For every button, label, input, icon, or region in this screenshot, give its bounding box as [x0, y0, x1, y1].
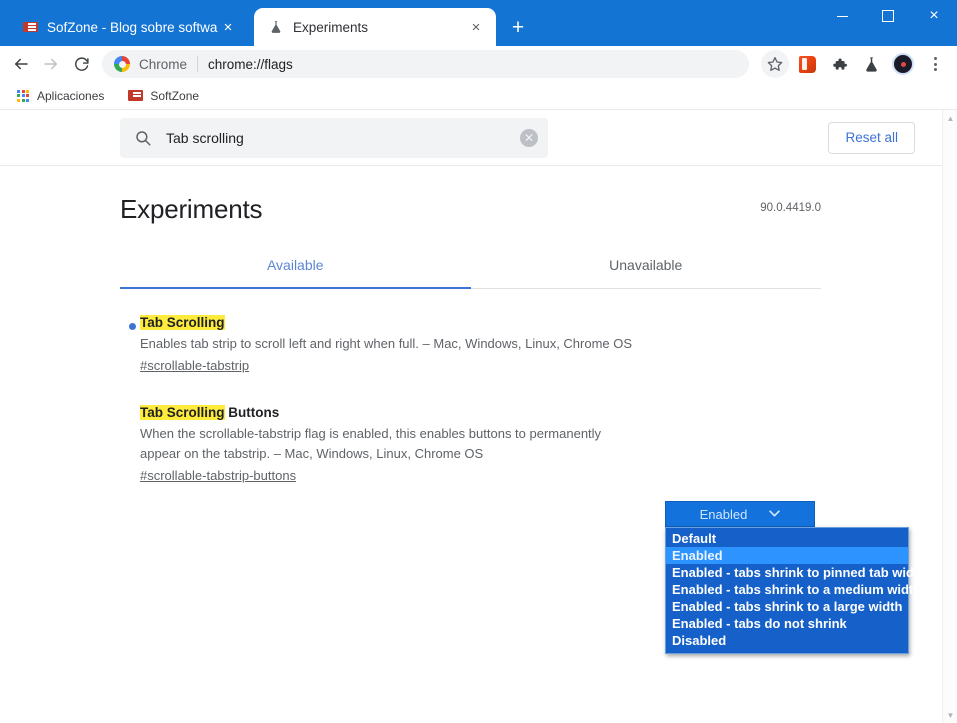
flag-entry-scrollable-tabstrip: Tab Scrolling Enables tab strip to scrol… — [120, 315, 640, 375]
reset-all-button[interactable]: Reset all — [828, 121, 915, 154]
browser-tab-experiments[interactable]: Experiments × — [254, 8, 496, 46]
flag-option-dropdown: Default Enabled Enabled - tabs shrink to… — [665, 527, 926, 654]
address-bar[interactable]: Chrome chrome://flags — [102, 50, 749, 78]
select-value: Enabled — [699, 506, 748, 522]
puzzle-piece-icon[interactable] — [825, 50, 853, 78]
new-tab-button[interactable]: + — [504, 13, 532, 41]
flag-entry-scrollable-tabstrip-buttons: Tab Scrolling Buttons When the scrollabl… — [120, 405, 640, 485]
flag-title: Tab Scrolling Buttons — [140, 405, 640, 420]
bookmark-label: Aplicaciones — [37, 88, 105, 103]
apps-grid-icon — [16, 89, 30, 103]
flag-title: Tab Scrolling — [140, 315, 640, 330]
flag-permalink[interactable]: #scrollable-tabstrip — [140, 358, 249, 373]
softzone-favicon — [128, 90, 144, 101]
kebab-menu-icon[interactable] — [921, 50, 949, 78]
window-close-icon[interactable]: × — [911, 0, 957, 32]
flag-option-select[interactable]: Enabled — [665, 501, 815, 527]
flask-icon — [268, 19, 284, 35]
version-label: 90.0.4419.0 — [760, 202, 821, 214]
star-icon[interactable] — [761, 50, 789, 78]
browser-toolbar: Chrome chrome://flags — [0, 46, 957, 82]
tab-title: Experiments — [293, 19, 369, 35]
flag-list: Tab Scrolling Enables tab strip to scrol… — [120, 289, 821, 485]
dropdown-option-do-not-shrink[interactable]: Enabled - tabs do not shrink — [666, 615, 908, 632]
flag-permalink[interactable]: #scrollable-tabstrip-buttons — [140, 468, 296, 483]
search-input[interactable]: Tab scrolling ✕ — [120, 117, 548, 158]
flag-title-match: Tab Scrolling — [140, 315, 225, 330]
flags-body: Experiments 90.0.4419.0 Available Unavai… — [0, 166, 957, 654]
dropdown-option-pinned-tab-width[interactable]: Enabled - tabs shrink to pinned tab widt… — [666, 564, 926, 581]
tab-strip: SofZone - Blog sobre software, × Experim… — [0, 0, 957, 46]
bookmark-label: SoftZone — [150, 88, 200, 103]
bookmarks-bar: Aplicaciones SoftZone — [0, 82, 957, 110]
page-scrollbar[interactable]: ▲ ▼ — [942, 110, 957, 723]
browser-tab-softzone[interactable]: SofZone - Blog sobre software, × — [8, 8, 248, 46]
reload-icon[interactable] — [66, 49, 96, 79]
omnibox-scheme-label: Chrome — [139, 56, 188, 72]
close-icon[interactable]: × — [466, 17, 486, 37]
omnibox-url: chrome://flags — [208, 56, 293, 72]
minimize-icon[interactable] — [819, 0, 865, 32]
flags-page: Tab scrolling ✕ Reset all Experiments 90… — [0, 110, 957, 723]
dropdown-option-default[interactable]: Default — [666, 530, 908, 547]
dropdown-option-large-width[interactable]: Enabled - tabs shrink to a large width — [666, 598, 908, 615]
tab-available[interactable]: Available — [120, 257, 471, 289]
avatar-icon[interactable] — [889, 50, 917, 78]
chevron-down-icon — [769, 509, 781, 520]
flag-option-select-wrapper: Enabled Default Enabled Enabled - tabs s… — [665, 501, 926, 654]
bookmark-item-softzone[interactable]: SoftZone — [124, 86, 203, 106]
flag-description: When the scrollable-tabstrip flag is ena… — [140, 426, 602, 461]
tab-unavailable[interactable]: Unavailable — [471, 257, 822, 288]
dropdown-option-enabled[interactable]: Enabled — [666, 547, 908, 564]
back-arrow-icon[interactable] — [6, 49, 36, 79]
search-value: Tab scrolling — [166, 129, 244, 146]
office-icon[interactable] — [793, 50, 821, 78]
modified-dot-icon — [129, 323, 136, 330]
forward-arrow-icon[interactable] — [36, 49, 66, 79]
browser-window: SofZone - Blog sobre software, × Experim… — [0, 0, 957, 723]
bookmark-item-aplicaciones[interactable]: Aplicaciones — [12, 86, 108, 106]
close-icon[interactable]: × — [218, 17, 238, 37]
softzone-favicon — [22, 19, 38, 35]
clear-search-icon[interactable]: ✕ — [520, 128, 538, 147]
flags-tab-bar: Available Unavailable — [120, 257, 821, 289]
chrome-logo-icon — [114, 56, 130, 72]
flags-search-header: Tab scrolling ✕ Reset all — [0, 110, 957, 166]
maximize-icon[interactable] — [865, 0, 911, 32]
scroll-up-arrow-icon[interactable]: ▲ — [943, 110, 957, 126]
flask-icon[interactable] — [857, 50, 885, 78]
window-controls: × — [819, 0, 957, 32]
scroll-down-arrow-icon[interactable]: ▼ — [943, 707, 957, 723]
page-title: Experiments — [120, 194, 263, 224]
search-icon — [134, 129, 154, 147]
dropdown-option-medium-width[interactable]: Enabled - tabs shrink to a medium width — [666, 581, 921, 598]
flag-description: Enables tab strip to scroll left and rig… — [140, 336, 633, 351]
dropdown-option-disabled[interactable]: Disabled — [666, 632, 908, 649]
tab-title: SofZone - Blog sobre software, — [47, 19, 218, 35]
omnibox-divider — [197, 56, 199, 72]
flag-title-match: Tab Scrolling — [140, 405, 225, 420]
flag-title-rest: Buttons — [224, 405, 280, 420]
